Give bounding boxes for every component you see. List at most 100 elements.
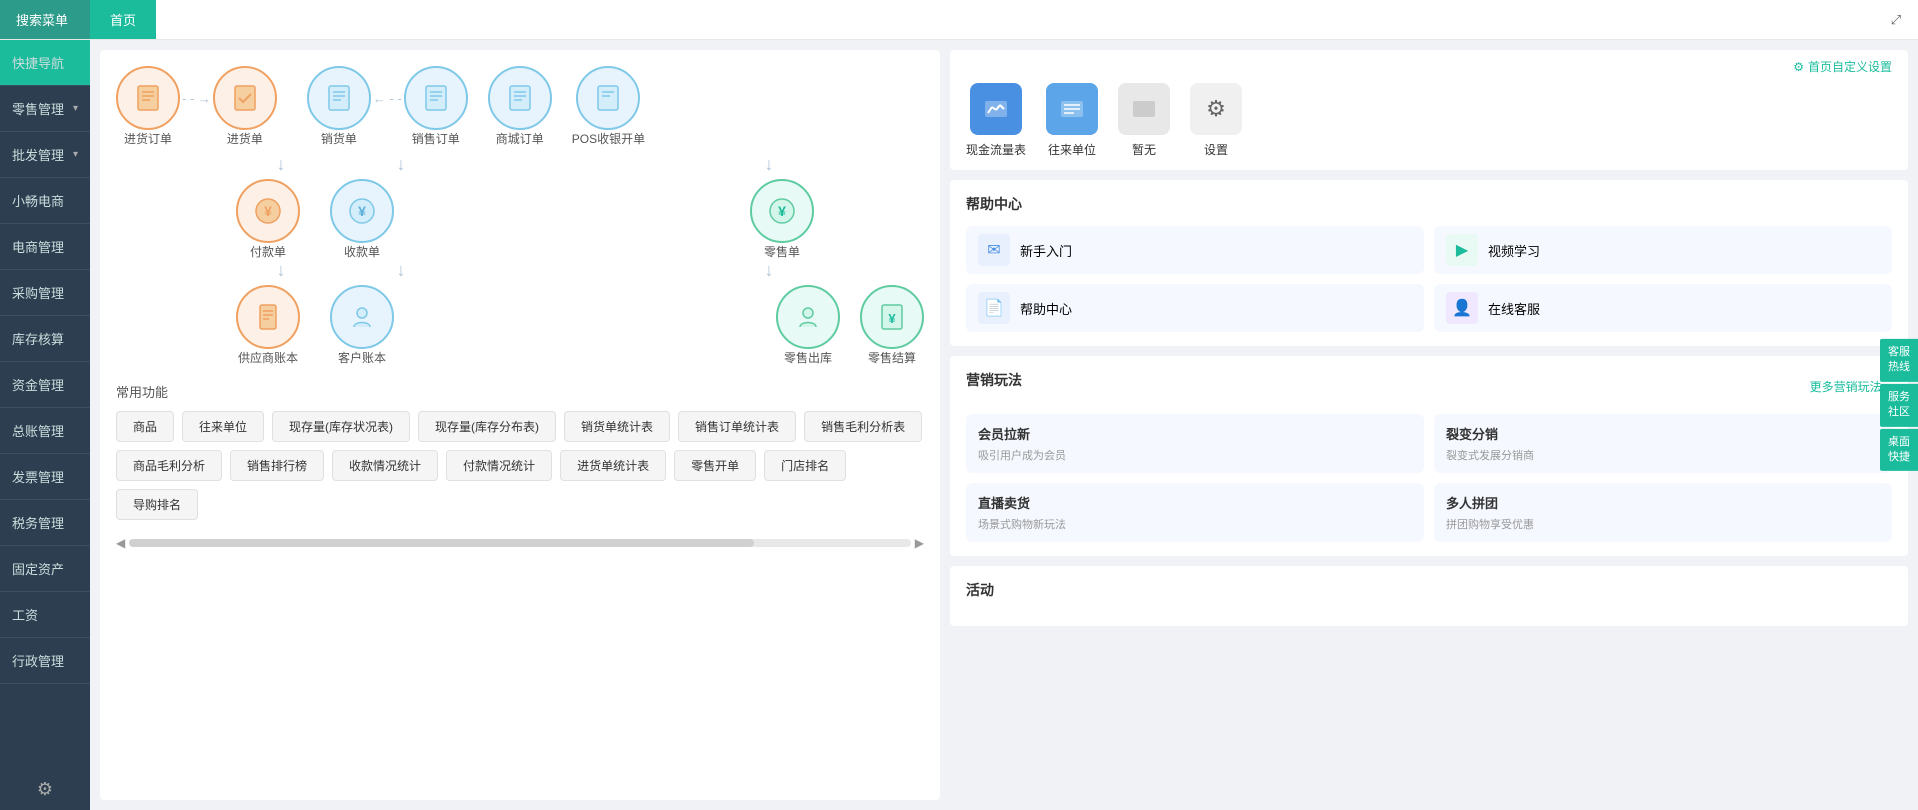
scroll-left-arrow[interactable]: ◀ bbox=[116, 536, 125, 550]
payment-icon[interactable]: ¥ bbox=[236, 179, 300, 243]
scroll-right-arrow[interactable]: ▶ bbox=[915, 536, 924, 550]
purchase-order-icon[interactable] bbox=[116, 66, 180, 130]
sales-order-label: 销售订单 bbox=[412, 130, 460, 147]
nav-icon-none[interactable]: 暂无 bbox=[1118, 83, 1170, 158]
tab-home[interactable]: 首页 bbox=[90, 0, 156, 39]
float-btn-service[interactable]: 客服热线 bbox=[1880, 339, 1918, 382]
nav-icon-partner[interactable]: 往来单位 bbox=[1046, 83, 1098, 158]
func-btn-销售毛利分析表[interactable]: 销售毛利分析表 bbox=[804, 411, 922, 442]
help-item-3[interactable]: 👤 在线客服 bbox=[1434, 284, 1892, 332]
retail-settle-icon[interactable]: ¥ bbox=[860, 285, 924, 349]
purchase-order-label: 进货订单 bbox=[124, 130, 172, 147]
sales-slip-label: 销货单 bbox=[321, 130, 357, 147]
sidebar-item-ledger[interactable]: 总账管理 bbox=[0, 408, 90, 454]
help-center-title: 帮助中心 bbox=[966, 194, 1892, 214]
scroll-track[interactable] bbox=[129, 539, 911, 547]
sidebar-item-salary[interactable]: 工资 bbox=[0, 592, 90, 638]
down-arrow-retail: ↓ bbox=[724, 260, 814, 281]
partner-label: 往来单位 bbox=[1048, 141, 1096, 158]
retail-out-label: 零售出库 bbox=[784, 349, 832, 366]
func-btn-往来单位[interactable]: 往来单位 bbox=[182, 411, 264, 442]
float-btn-desktop[interactable]: 桌面快捷 bbox=[1880, 428, 1918, 471]
func-btn-进货单统计表[interactable]: 进货单统计表 bbox=[560, 450, 666, 481]
customer-book-icon[interactable] bbox=[330, 285, 394, 349]
chevron-down-icon: ▾ bbox=[73, 149, 78, 160]
node-retail-out: 零售出库 bbox=[776, 285, 840, 366]
help-item-2[interactable]: 📄帮助中心 bbox=[966, 284, 1424, 332]
marketing-item-2[interactable]: 直播卖货场景式购物新玩法 bbox=[966, 483, 1424, 542]
func-btn-收款情况统计[interactable]: 收款情况统计 bbox=[332, 450, 438, 481]
func-btn-导购排名[interactable]: 导购排名 bbox=[116, 489, 198, 520]
sidebar-item-retail[interactable]: 零售管理 ▾ bbox=[0, 86, 90, 132]
purchase-slip-label: 进货单 bbox=[227, 130, 263, 147]
func-btn-商品[interactable]: 商品 bbox=[116, 411, 174, 442]
sidebar-item-tax[interactable]: 税务管理 bbox=[0, 500, 90, 546]
nav-icon-settings[interactable]: ⚙ 设置 bbox=[1190, 83, 1242, 158]
supplier-book-icon[interactable] bbox=[236, 285, 300, 349]
marketing-item-1[interactable]: 裂变分销裂变式发展分销商 bbox=[1434, 414, 1892, 473]
marketing-item-0[interactable]: 会员拉新吸引用户成为会员 bbox=[966, 414, 1424, 473]
sidebar-settings-icon[interactable]: ⚙ bbox=[37, 779, 53, 800]
sidebar-item-inventory[interactable]: 库存核算 bbox=[0, 316, 90, 362]
func-btn-商品毛利分析[interactable]: 商品毛利分析 bbox=[116, 450, 222, 481]
pos-icon[interactable] bbox=[576, 66, 640, 130]
nav-icon-cashflow[interactable]: 现金流量表 bbox=[966, 83, 1026, 158]
sales-order-icon[interactable] bbox=[404, 66, 468, 130]
activities-section: 活动 bbox=[950, 566, 1908, 626]
help-item-0[interactable]: ✉新手入门 bbox=[966, 226, 1424, 274]
help-item-1[interactable]: ▶视频学习 bbox=[1434, 226, 1892, 274]
func-btn-零售开单[interactable]: 零售开单 bbox=[674, 450, 756, 481]
sidebar-item-ecom-mgmt[interactable]: 电商管理 bbox=[0, 224, 90, 270]
purchase-slip-icon[interactable] bbox=[213, 66, 277, 130]
sidebar-item-purchase[interactable]: 采购管理 bbox=[0, 270, 90, 316]
mall-order-icon[interactable] bbox=[488, 66, 552, 130]
sidebar-item-admin[interactable]: 行政管理 bbox=[0, 638, 90, 684]
none-icon bbox=[1118, 83, 1170, 135]
sidebar-item-label: 电商管理 bbox=[12, 237, 64, 256]
func-btn-门店排名[interactable]: 门店排名 bbox=[764, 450, 846, 481]
retail-settle-label: 零售结算 bbox=[868, 349, 916, 366]
marketing-item-title-1: 裂变分销 bbox=[1446, 424, 1880, 443]
help-label-3: 在线客服 bbox=[1488, 299, 1540, 318]
sidebar-item-wholesale[interactable]: 批发管理 ▾ bbox=[0, 132, 90, 178]
gear-icon: ⚙ bbox=[1793, 60, 1804, 74]
scroll-thumb[interactable] bbox=[129, 539, 754, 547]
help-grid: ✉新手入门▶视频学习📄帮助中心 👤 在线客服 bbox=[966, 226, 1892, 332]
retail-out-icon[interactable] bbox=[776, 285, 840, 349]
retail-slip-icon[interactable]: ¥ bbox=[750, 179, 814, 243]
sidebar-item-assets[interactable]: 固定资产 bbox=[0, 546, 90, 592]
expand-icon[interactable]: ⤢ bbox=[1886, 10, 1906, 30]
sidebar-item-label: 采购管理 bbox=[12, 283, 64, 302]
func-btn-销货单统计表[interactable]: 销货单统计表 bbox=[564, 411, 670, 442]
sidebar-item-invoice[interactable]: 发票管理 bbox=[0, 454, 90, 500]
cashflow-icon bbox=[970, 83, 1022, 135]
qnc-top: ⚙ 首页自定义设置 bbox=[966, 58, 1892, 75]
help-icon-3: 👤 bbox=[1446, 292, 1478, 324]
arrow-left-1: ← - - bbox=[371, 66, 404, 130]
receipt-label: 收款单 bbox=[344, 243, 380, 260]
node-sales-slip: 销货单 bbox=[307, 66, 371, 147]
func-btn-现存量(库存分布表)[interactable]: 现存量(库存分布表) bbox=[418, 411, 556, 442]
down-arrow-receipt: ↓ bbox=[356, 260, 446, 281]
marketing-header: 营销玩法 更多营销玩法 > bbox=[966, 370, 1892, 402]
float-btn-community[interactable]: 服务社区 bbox=[1880, 384, 1918, 427]
sales-slip-icon[interactable] bbox=[307, 66, 371, 130]
help-label-0: 新手入门 bbox=[1020, 241, 1072, 260]
sidebar-item-label: 小畅电商 bbox=[12, 191, 64, 210]
func-btn-现存量(库存状况表)[interactable]: 现存量(库存状况表) bbox=[272, 411, 410, 442]
func-btn-销售排行榜[interactable]: 销售排行榜 bbox=[230, 450, 324, 481]
func-btn-付款情况统计[interactable]: 付款情况统计 bbox=[446, 450, 552, 481]
search-menu-btn[interactable]: 搜索菜单 bbox=[0, 0, 90, 39]
marketing-item-desc-0: 吸引用户成为会员 bbox=[978, 447, 1412, 463]
sidebar-item-label: 发票管理 bbox=[12, 467, 64, 486]
sidebar: 快捷导航 零售管理 ▾ 批发管理 ▾ 小畅电商 电商管理 采购管理 库存核算 资… bbox=[0, 40, 90, 810]
receipt-icon[interactable]: ¥ bbox=[330, 179, 394, 243]
func-btn-销售订单统计表[interactable]: 销售订单统计表 bbox=[678, 411, 796, 442]
node-customer-book: 客户账本 bbox=[330, 285, 394, 366]
sidebar-item-ecommerce[interactable]: 小畅电商 bbox=[0, 178, 90, 224]
sidebar-item-label: 库存核算 bbox=[12, 329, 64, 348]
sidebar-item-finance[interactable]: 资金管理 bbox=[0, 362, 90, 408]
marketing-item-3[interactable]: 多人拼团拼团购物享受优惠 bbox=[1434, 483, 1892, 542]
customize-btn[interactable]: ⚙ 首页自定义设置 bbox=[1793, 58, 1892, 75]
sidebar-item-quicknav[interactable]: 快捷导航 bbox=[0, 40, 90, 86]
